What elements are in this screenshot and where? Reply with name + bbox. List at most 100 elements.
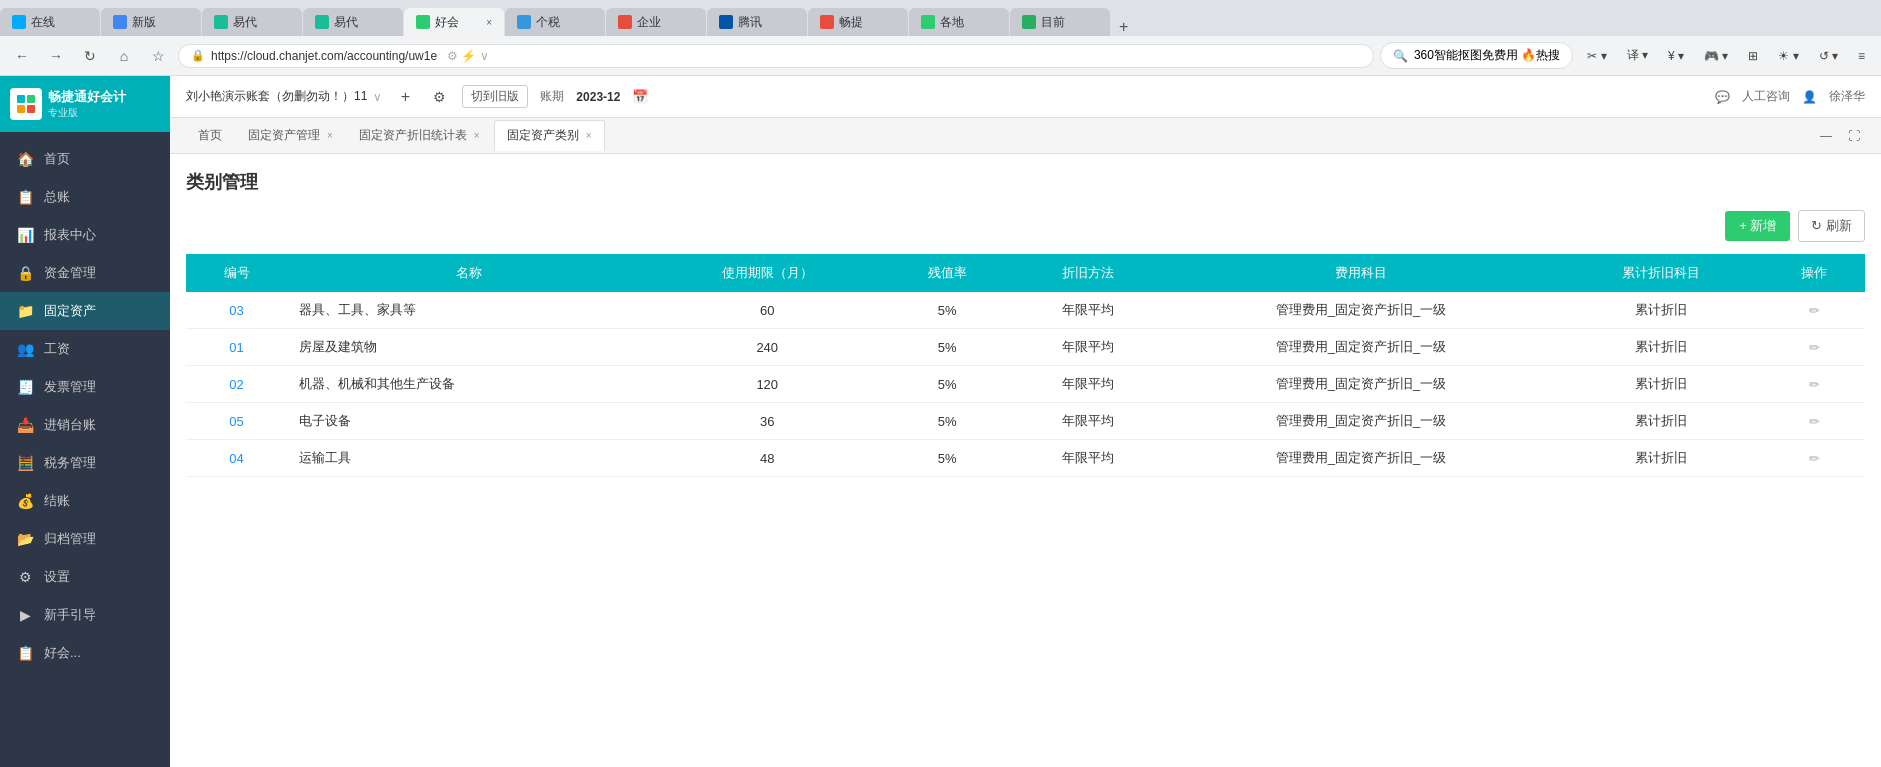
tab-label-8: 畅提 — [839, 14, 863, 31]
col-period: 使用期限（月） — [651, 254, 884, 292]
sidebar-label-sales: 进销台账 — [44, 416, 96, 434]
undo-button[interactable]: ↺ ▾ — [1811, 46, 1846, 66]
cell-code-0[interactable]: 03 — [186, 292, 287, 329]
cell-code-1[interactable]: 01 — [186, 329, 287, 366]
cell-code-2[interactable]: 02 — [186, 366, 287, 403]
cell-period-2: 120 — [651, 366, 884, 403]
browser-tab-6[interactable]: 企业 — [606, 8, 706, 36]
money-button[interactable]: ¥ ▾ — [1660, 46, 1692, 66]
sidebar-item-guide[interactable]: ▶ 新手引导 — [0, 596, 170, 634]
table-row: 04 运输工具 48 5% 年限平均 管理费用_固定资产折旧_一级 累计折旧 ✏ — [186, 440, 1865, 477]
new-tab-button[interactable]: + — [1111, 18, 1136, 36]
reload-button[interactable]: ↻ — [76, 42, 104, 70]
browser-tab-8[interactable]: 畅提 — [808, 8, 908, 36]
sidebar-item-ledger[interactable]: 📋 总账 — [0, 178, 170, 216]
content-tab-depreciation-table[interactable]: 固定资产折旧统计表 × — [347, 121, 492, 150]
cell-accum-2: 累计折旧 — [1558, 366, 1764, 403]
browser-tab-5[interactable]: 个税 — [505, 8, 605, 36]
tab-window-controls: — ⛶ — [1815, 125, 1865, 147]
browser-tab-bar: 在线 新版 易代 易代 好会 × 个税 企业 腾讯 畅提 各地 目前 + — [0, 0, 1881, 36]
sidebar-label-assets: 固定资产 — [44, 302, 96, 320]
calendar-icon[interactable]: 📅 — [632, 89, 648, 104]
cell-accum-4: 累计折旧 — [1558, 440, 1764, 477]
sidebar-item-payroll[interactable]: 👥 工资 — [0, 330, 170, 368]
back-button[interactable]: ← — [8, 42, 36, 70]
sidebar-item-settings[interactable]: ⚙ 设置 — [0, 558, 170, 596]
user-service-label[interactable]: 人工咨询 — [1742, 88, 1790, 105]
tab-close-4[interactable]: × — [486, 17, 492, 28]
content-tab-category[interactable]: 固定资产类别 × — [494, 120, 605, 151]
browser-tab-2[interactable]: 易代 — [202, 8, 302, 36]
browser-toolbar-actions: ✂ ▾ 译 ▾ ¥ ▾ 🎮 ▾ ⊞ ☀ ▾ ↺ ▾ ≡ — [1579, 44, 1873, 67]
sidebar-item-sales[interactable]: 📥 进销台账 — [0, 406, 170, 444]
table-body: 03 器具、工具、家具等 60 5% 年限平均 管理费用_固定资产折旧_一级 累… — [186, 292, 1865, 477]
edit-icon-2[interactable]: ✏ — [1809, 377, 1820, 392]
switch-version-btn[interactable]: 切到旧版 — [462, 85, 528, 108]
cut-button[interactable]: ✂ ▾ — [1579, 46, 1614, 66]
tab-favicon-6 — [618, 15, 632, 29]
sidebar-item-home[interactable]: 🏠 首页 — [0, 140, 170, 178]
edit-icon-3[interactable]: ✏ — [1809, 414, 1820, 429]
browser-tab-3[interactable]: 易代 — [303, 8, 403, 36]
sidebar-label-reports: 报表中心 — [44, 226, 96, 244]
cell-action-3[interactable]: ✏ — [1764, 403, 1865, 440]
home-button[interactable]: ⌂ — [110, 42, 138, 70]
edit-icon-1[interactable]: ✏ — [1809, 340, 1820, 355]
cell-action-1[interactable]: ✏ — [1764, 329, 1865, 366]
sidebar-item-haokuai[interactable]: 📋 好会... — [0, 634, 170, 672]
game-button[interactable]: 🎮 ▾ — [1696, 46, 1736, 66]
search-bar[interactable]: 🔍 360智能抠图免费用 🔥热搜 — [1380, 42, 1573, 69]
cell-action-4[interactable]: ✏ — [1764, 440, 1865, 477]
sidebar-item-funds[interactable]: 🔒 资金管理 — [0, 254, 170, 292]
cell-method-1: 年限平均 — [1011, 329, 1165, 366]
sidebar-label-ledger: 总账 — [44, 188, 70, 206]
refresh-button[interactable]: ↻ 刷新 — [1798, 210, 1865, 242]
user-name[interactable]: 徐泽华 — [1829, 88, 1865, 105]
sidebar-item-reports[interactable]: 📊 报表中心 — [0, 216, 170, 254]
browser-tab-9[interactable]: 各地 — [909, 8, 1009, 36]
cell-action-0[interactable]: ✏ — [1764, 292, 1865, 329]
content-tab-assets-manage[interactable]: 固定资产管理 × — [236, 121, 345, 150]
browser-tab-10[interactable]: 目前 — [1010, 8, 1110, 36]
cell-code-4[interactable]: 04 — [186, 440, 287, 477]
window-minimize-btn[interactable]: — — [1815, 125, 1837, 147]
cell-code-3[interactable]: 05 — [186, 403, 287, 440]
forward-button[interactable]: → — [42, 42, 70, 70]
browser-tab-7[interactable]: 腾讯 — [707, 8, 807, 36]
menu-button[interactable]: ≡ — [1850, 46, 1873, 66]
content-tab-depreciation-close[interactable]: × — [474, 130, 480, 141]
sidebar-item-checkout[interactable]: 💰 结账 — [0, 482, 170, 520]
window-maximize-btn[interactable]: ⛶ — [1843, 125, 1865, 147]
content-tab-category-close[interactable]: × — [586, 130, 592, 141]
sidebar-label-guide: 新手引导 — [44, 606, 96, 624]
bookmark-button[interactable]: ☆ — [144, 42, 172, 70]
url-text: https://cloud.chanjet.com/accounting/uw1… — [211, 49, 437, 63]
company-settings-btn[interactable]: ⚙ — [428, 86, 450, 108]
edit-icon-4[interactable]: ✏ — [1809, 451, 1820, 466]
sun-button[interactable]: ☀ ▾ — [1770, 46, 1806, 66]
sidebar-item-archive[interactable]: 📂 归档管理 — [0, 520, 170, 558]
content-tab-home[interactable]: 首页 — [186, 121, 234, 150]
cell-accum-3: 累计折旧 — [1558, 403, 1764, 440]
content-tab-assets-close[interactable]: × — [327, 130, 333, 141]
cell-expense-3: 管理费用_固定资产折旧_一级 — [1164, 403, 1557, 440]
address-bar[interactable]: 🔒 https://cloud.chanjet.com/accounting/u… — [178, 44, 1374, 68]
cell-action-2[interactable]: ✏ — [1764, 366, 1865, 403]
sidebar-item-invoice[interactable]: 🧾 发票管理 — [0, 368, 170, 406]
invoice-icon: 🧾 — [16, 378, 34, 396]
cell-name-1: 房屋及建筑物 — [287, 329, 651, 366]
edit-icon-0[interactable]: ✏ — [1809, 303, 1820, 318]
grid-button[interactable]: ⊞ — [1740, 46, 1766, 66]
sidebar-item-tax[interactable]: 🧮 税务管理 — [0, 444, 170, 482]
add-button[interactable]: + 新增 — [1725, 211, 1790, 241]
translate-button[interactable]: 译 ▾ — [1619, 44, 1656, 67]
svg-rect-0 — [17, 95, 25, 103]
company-dropdown-icon[interactable]: ∨ — [373, 90, 382, 104]
sidebar-label-home: 首页 — [44, 150, 70, 168]
sidebar-item-assets[interactable]: 📁 固定资产 — [0, 292, 170, 330]
company-add-btn[interactable]: + — [394, 86, 416, 108]
browser-tab-1[interactable]: 新版 — [101, 8, 201, 36]
browser-tab-0[interactable]: 在线 — [0, 8, 100, 36]
browser-tab-4[interactable]: 好会 × — [404, 8, 504, 36]
tab-favicon-1 — [113, 15, 127, 29]
